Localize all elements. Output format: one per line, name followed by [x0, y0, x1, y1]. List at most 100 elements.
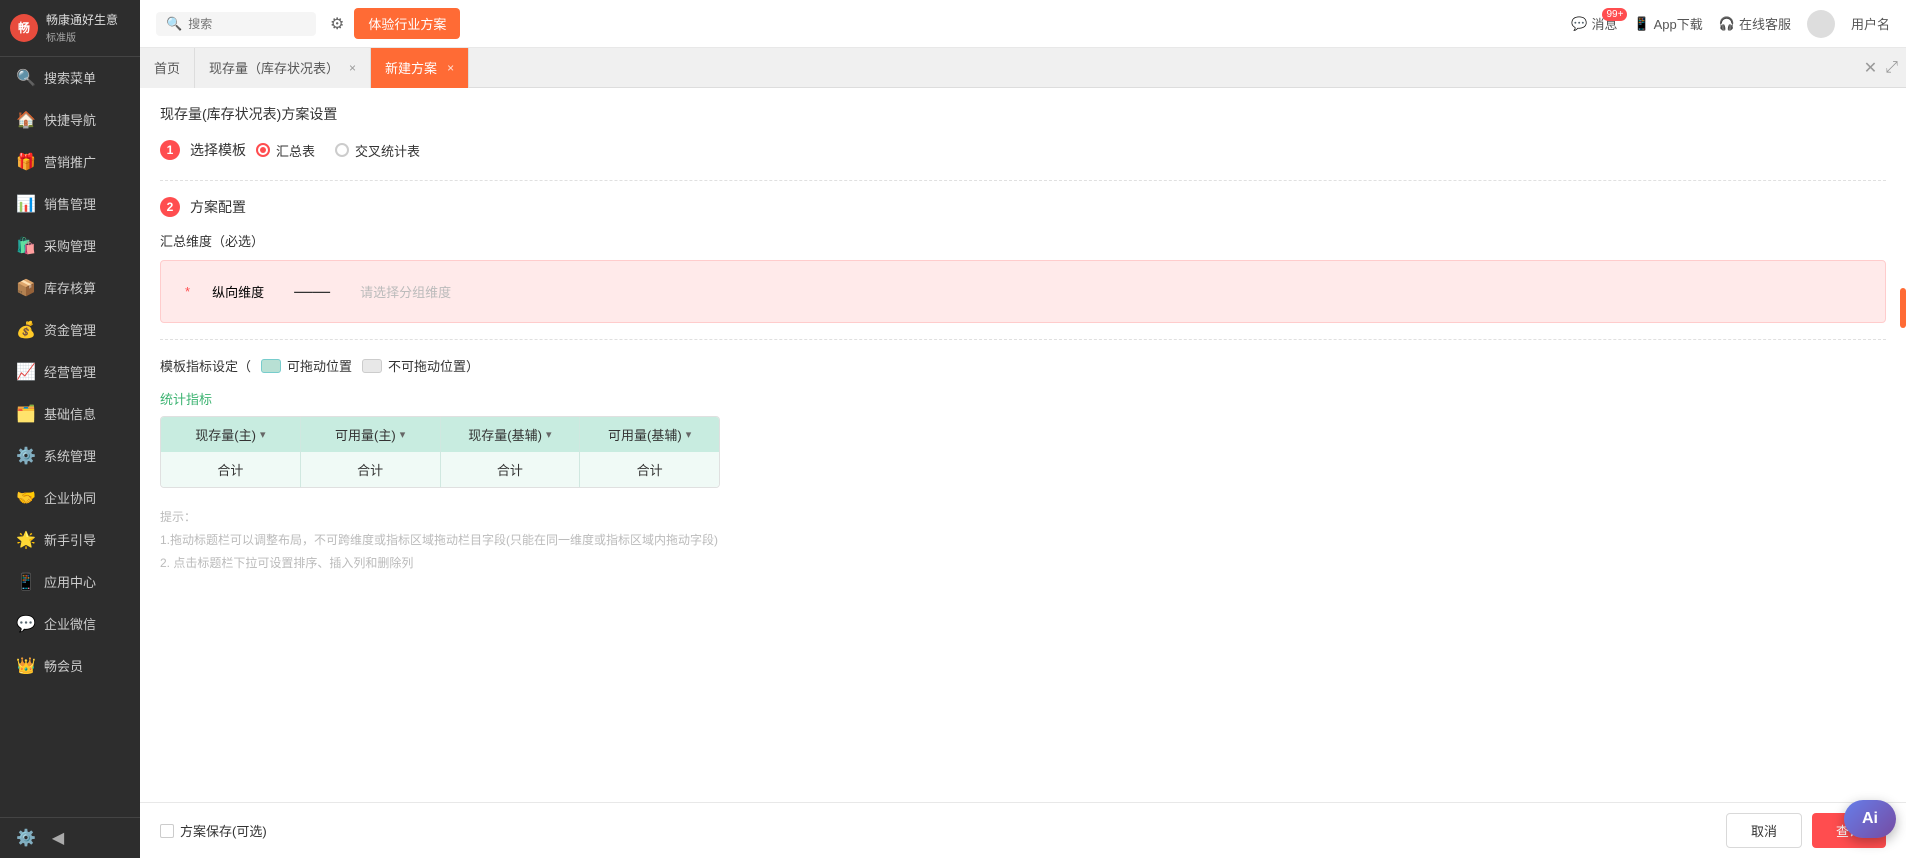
sidebar-logo: 畅 畅康通好生意 标准版 [0, 0, 140, 57]
step2-badge: 2 [160, 197, 180, 217]
online-service-label: 在线客服 [1739, 14, 1791, 33]
tips-section: 提示：1.拖动标题栏可以调整布局，不可跨维度或指标区域拖动栏目字段(只能在同一维… [160, 508, 1886, 574]
save-option[interactable]: 方案保存(可选) [160, 821, 267, 840]
trial-btn[interactable]: 体验行业方案 [354, 8, 460, 39]
sidebar-item-search-menu[interactable]: 🔍搜索菜单 [0, 57, 140, 99]
sidebar-item-marketing[interactable]: 🎁营销推广 [0, 141, 140, 183]
app-download-btn[interactable]: 📱 App下载 [1633, 14, 1702, 33]
stats-header-cell[interactable]: 可用量(主)▾ [301, 417, 441, 452]
headset-icon: 🎧 [1719, 16, 1735, 32]
sidebar-item-sales[interactable]: 📊 销售管理 [0, 183, 140, 225]
tabbar: 首页 现存量（库存状况表） × 新建方案 × ✕ ⤢ [140, 48, 1906, 88]
topbar: 🔍 ⚙ 体验行业方案 💬 消息 99+ 📱 App下载 🎧 在线客服 用户名 [140, 0, 1906, 48]
nav-label-newcomer: 新手引导 [44, 530, 96, 549]
user-avatar[interactable] [1807, 10, 1835, 38]
sidebar-item-enterprise[interactable]: 🤝企业协同 [0, 477, 140, 519]
radio-cross[interactable]: 交叉统计表 [335, 141, 420, 160]
stats-table: 现存量(主) ▾ 可用量(主)▾ 现存量(基辅) ▾ 可用量(基辅)▾ 合计合计合计合计 [160, 416, 720, 488]
sidebar-item-newcomer[interactable]: 🌟 新手引导 [0, 519, 140, 561]
app-logo-icon: 畅 [10, 14, 38, 42]
cancel-btn[interactable]: 取消 [1726, 813, 1802, 848]
ai-label: Ai [1862, 810, 1878, 828]
nav-label-business: 经营管理 [44, 362, 96, 381]
tab-inventory-status[interactable]: 现存量（库存状况表） × [195, 48, 371, 88]
stats-header-label: 现存量(基辅) [468, 425, 542, 444]
nav-label-quick-nav: 快捷导航 [44, 110, 96, 129]
dimension-area[interactable]: * 纵向维度 —— 请选择分组维度 [160, 260, 1886, 323]
summary-dim-label: 汇总维度（必选） [160, 231, 1886, 250]
collapse-icon[interactable]: ◀ [52, 828, 64, 848]
radio-summary-circle [256, 143, 270, 157]
draggable-legend: 可拖动位置 [261, 356, 352, 375]
stats-header-cell[interactable]: 现存量(主) ▾ [161, 417, 301, 452]
tab-label-inventory-status: 现存量（库存状况表） [209, 58, 339, 77]
search-input[interactable] [188, 17, 288, 31]
sidebar-item-finance[interactable]: 💰资金管理 [0, 309, 140, 351]
radio-cross-circle [335, 143, 349, 157]
sidebar-item-business[interactable]: 📈 经营管理 [0, 351, 140, 393]
nav-icon-quick-nav: 🏠 [16, 110, 36, 130]
settings-icon[interactable]: ⚙️ [16, 828, 36, 848]
nav-icon-basic-info: 🗂️ [16, 404, 36, 424]
message-badge: 99+ [1602, 8, 1627, 21]
scroll-handle[interactable] [1900, 288, 1906, 328]
stats-body-cell: 合计 [580, 452, 719, 487]
search-icon: 🔍 [166, 16, 182, 32]
required-star: * [185, 284, 190, 299]
tab-label-home: 首页 [154, 58, 180, 77]
sidebar-item-app-center[interactable]: 📱应用中心 [0, 561, 140, 603]
stats-header-label: 可用量(主) [335, 425, 396, 444]
stats-body-cell: 合计 [441, 452, 581, 487]
tab-new-scheme[interactable]: 新建方案 × [371, 48, 469, 88]
sidebar-item-enterprise-wechat[interactable]: 💬企业微信 [0, 603, 140, 645]
topbar-search[interactable]: 🔍 [156, 12, 316, 36]
nav-icon-purchase: 🛍️ [16, 236, 36, 256]
step2-title: 方案配置 [190, 197, 246, 217]
nav-label-finance: 资金管理 [44, 320, 96, 339]
chevron-down-icon: ▾ [260, 428, 266, 441]
tab-close-new-scheme[interactable]: × [447, 61, 454, 75]
stats-header-cell[interactable]: 可用量(基辅)▾ [580, 417, 719, 452]
expand-window-btn[interactable]: ⤢ [1885, 59, 1898, 77]
main-area: 🔍 ⚙ 体验行业方案 💬 消息 99+ 📱 App下载 🎧 在线客服 用户名 [140, 0, 1906, 858]
stats-header-cell[interactable]: 现存量(基辅) ▾ [441, 417, 581, 452]
ai-bubble[interactable]: Ai [1844, 800, 1896, 838]
draggable-box [261, 359, 281, 373]
nav-icon-newcomer: 🌟 [16, 530, 36, 550]
online-service-btn[interactable]: 🎧 在线客服 [1719, 14, 1791, 33]
sidebar-item-basic-info[interactable]: 🗂️ 基础信息 [0, 393, 140, 435]
gear-icon[interactable]: ⚙ [330, 14, 344, 34]
nav-icon-business: 📈 [16, 362, 36, 382]
nav-icon-sales: 📊 [16, 194, 36, 214]
nav-label-sales: 销售管理 [44, 194, 96, 213]
step1-header: 1 选择模板 汇总表 交叉统计表 [160, 140, 1886, 160]
tab-home[interactable]: 首页 [140, 48, 195, 88]
nav-icon-search-menu: 🔍 [16, 68, 36, 88]
sidebar-item-quick-nav[interactable]: 🏠 快捷导航 [0, 99, 140, 141]
stats-thead: 现存量(主) ▾ 可用量(主)▾ 现存量(基辅) ▾ 可用量(基辅)▾ [161, 417, 719, 452]
step1-badge: 1 [160, 140, 180, 160]
stats-tbody: 合计合计合计合计 [161, 452, 719, 487]
sidebar-item-system[interactable]: ⚙️系统管理 [0, 435, 140, 477]
nav-label-member: 畅会员 [44, 656, 83, 675]
non-draggable-box [362, 359, 382, 373]
divider-1 [160, 180, 1886, 181]
template-radio-group: 汇总表 交叉统计表 [256, 141, 420, 160]
vertical-dim-label: 纵向维度 [212, 282, 264, 301]
radio-summary[interactable]: 汇总表 [256, 141, 315, 160]
close-window-btn[interactable]: ✕ [1864, 58, 1877, 78]
app-edition: 标准版 [46, 29, 118, 44]
non-draggable-legend: 不可拖动位置） [362, 356, 479, 375]
nav-label-marketing: 营销推广 [44, 152, 96, 171]
sidebar-item-member[interactable]: 👑畅会员 [0, 645, 140, 687]
sidebar-item-inventory[interactable]: 📦库存核算 [0, 267, 140, 309]
chevron-down-icon: ▾ [546, 428, 552, 441]
sidebar-item-purchase[interactable]: 🛍️采购管理 [0, 225, 140, 267]
save-checkbox[interactable] [160, 824, 174, 838]
nav-label-basic-info: 基础信息 [44, 404, 96, 423]
tab-label-new-scheme: 新建方案 [385, 58, 437, 77]
tab-close-inventory-status[interactable]: × [349, 61, 356, 75]
stats-header-label: 现存量(主) [195, 425, 256, 444]
nav-icon-enterprise: 🤝 [16, 488, 36, 508]
message-btn[interactable]: 💬 消息 99+ [1571, 14, 1617, 33]
